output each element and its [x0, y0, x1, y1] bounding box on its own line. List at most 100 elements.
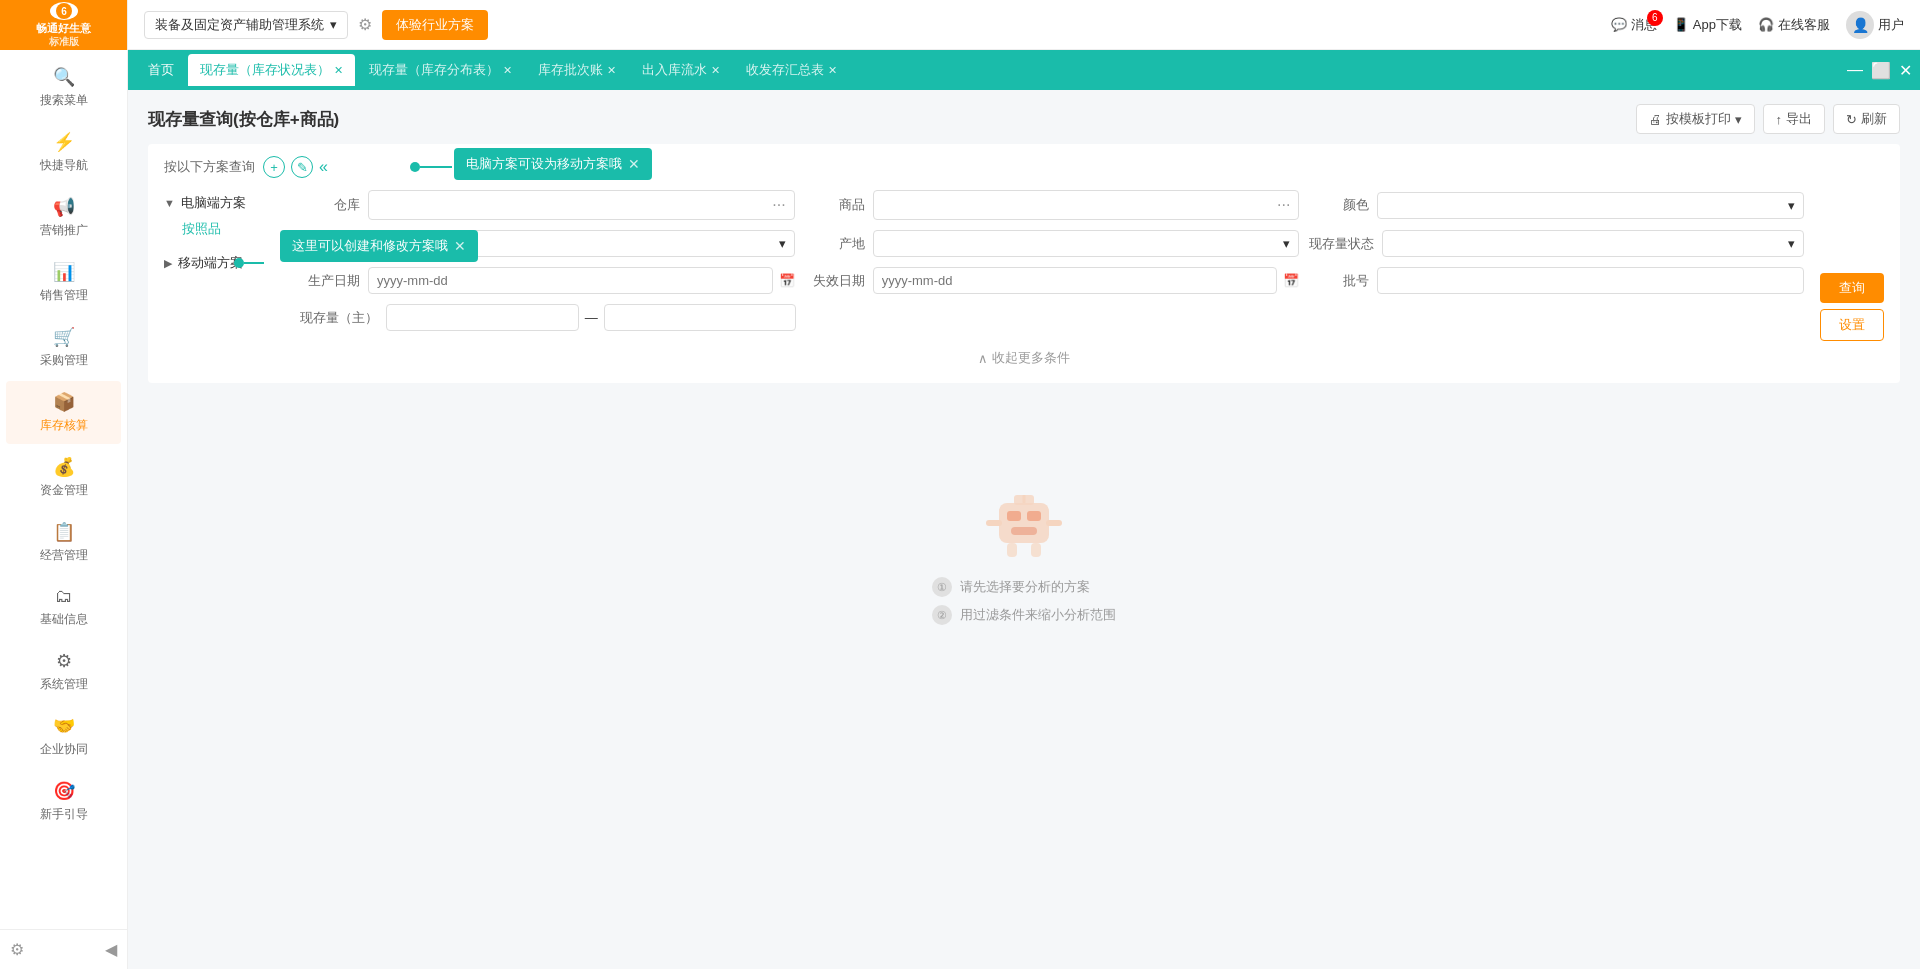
chevron-up-icon: ∧ [978, 351, 988, 366]
goods-select[interactable]: ··· [873, 190, 1300, 220]
scheme-desktop-group[interactable]: ▼ 电脑端方案 [164, 190, 284, 216]
tab-inventory-dist[interactable]: 现存量（库存分布表） ✕ [357, 54, 524, 86]
tab-close-collect[interactable]: ✕ [828, 64, 837, 77]
tab-close-inventory-status[interactable]: ✕ [334, 64, 343, 77]
warehouse-select[interactable]: ··· [368, 190, 795, 220]
connector-line [420, 166, 452, 168]
add-scheme-btn[interactable]: + [263, 156, 285, 178]
operation-nav-icon: 📋 [53, 521, 75, 543]
produce-date-start[interactable] [368, 267, 773, 294]
top-header: 装备及固定资产辅助管理系统 ▾ ⚙ 体验行业方案 💬 消息 6 📱 App下载 … [128, 0, 1920, 50]
industry-btn[interactable]: 体验行业方案 [382, 10, 488, 40]
tab-close-inout[interactable]: ✕ [711, 64, 720, 77]
system-name: 装备及固定资产辅助管理系统 [155, 16, 324, 34]
expire-date-start[interactable] [873, 267, 1278, 294]
sidebar-item-operation[interactable]: 📋 经营管理 [6, 511, 121, 574]
export-btn[interactable]: ↑ 导出 [1763, 104, 1826, 134]
sidebar-nav: 🔍 搜索菜单 ⚡ 快捷导航 📢 营销推广 📊 销售管理 🛒 采购管理 📦 库存核… [0, 50, 127, 929]
refresh-btn[interactable]: ↻ 刷新 [1833, 104, 1900, 134]
sidebar-item-enterprise[interactable]: 🤝 企业协同 [6, 705, 121, 768]
filter-field-color: 颜色 ▾ [1309, 192, 1804, 219]
main-content: 装备及固定资产辅助管理系统 ▾ ⚙ 体验行业方案 💬 消息 6 📱 App下载 … [128, 0, 1920, 969]
maximize-btn[interactable]: ⬜ [1871, 61, 1891, 80]
filter-tooltip-close[interactable]: ✕ [454, 238, 466, 254]
edit-scheme-btn[interactable]: ✎ [291, 156, 313, 178]
origin-label: 产地 [805, 235, 865, 253]
produce-date-range[interactable]: 📅 [368, 267, 795, 294]
scheme-item-bygoods[interactable]: 按照品 [164, 216, 284, 242]
sidebar-item-marketing[interactable]: 📢 营销推广 [6, 186, 121, 249]
avatar: 👤 [1846, 11, 1874, 39]
goods-dots[interactable]: ··· [1277, 196, 1290, 214]
connector2-line [244, 262, 264, 264]
svg-rect-4 [1027, 511, 1041, 521]
sidebar-item-system[interactable]: ⚙ 系统管理 [6, 640, 121, 703]
sidebar: 6 畅通好生意 标准版 🔍 搜索菜单 ⚡ 快捷导航 📢 营销推广 📊 销售管理 … [0, 0, 128, 969]
step-num-1: ① [932, 577, 952, 597]
origin-select[interactable]: ▾ [873, 230, 1300, 257]
purchase-nav-icon: 🛒 [53, 326, 75, 348]
sidebar-item-basic[interactable]: 🗂 基础信息 [6, 576, 121, 638]
filter-body: ▼ 电脑端方案 按照品 ▶ 移动端方案 [164, 190, 1884, 341]
message-btn[interactable]: 💬 消息 6 [1611, 16, 1657, 34]
filter-field-expire-date: 失效日期 📅 [805, 267, 1300, 294]
chevron-down-stock-icon: ▾ [1788, 236, 1795, 251]
tab-close-inventory-dist[interactable]: ✕ [503, 64, 512, 77]
query-btn[interactable]: 查询 [1820, 273, 1884, 303]
mobile-icon: 📱 [1673, 17, 1689, 32]
online-service-btn[interactable]: 🎧 在线客服 [1758, 16, 1830, 34]
search-nav-icon: 🔍 [53, 66, 75, 88]
batch-no-input[interactable] [1377, 267, 1804, 294]
user-btn[interactable]: 👤 用户 [1846, 11, 1904, 39]
sidebar-item-search[interactable]: 🔍 搜索菜单 [6, 56, 121, 119]
stock-qty-min[interactable] [386, 304, 579, 331]
app-download-btn[interactable]: 📱 App下载 [1673, 16, 1742, 34]
tab-batch[interactable]: 库存批次账 ✕ [526, 54, 628, 86]
collapse-btn[interactable]: ∧ 收起更多条件 [978, 349, 1070, 367]
collapse-sidebar-icon[interactable]: ◀ [105, 940, 117, 959]
refresh-icon: ↻ [1846, 112, 1857, 127]
logo-text: 畅通好生意 标准版 [36, 22, 91, 47]
expire-date-range[interactable]: 📅 [873, 267, 1300, 294]
stock-status-label: 现存量状态 [1309, 235, 1374, 253]
reset-btn[interactable]: 设置 [1820, 309, 1884, 341]
filter-fields: 这里可以创建和修改方案哦 ✕ 仓库 ··· [300, 190, 1804, 341]
settings-gear-btn[interactable]: ⚙ [358, 15, 372, 34]
color-label: 颜色 [1309, 196, 1369, 214]
tab-home[interactable]: 首页 [136, 54, 186, 86]
filter-field-stock-status: 现存量状态 ▾ [1309, 230, 1804, 257]
color-select[interactable]: ▾ [1377, 192, 1804, 219]
scheme-tooltip-close[interactable]: ✕ [628, 156, 640, 172]
sidebar-item-purchase[interactable]: 🛒 采购管理 [6, 316, 121, 379]
tab-inout[interactable]: 出入库流水 ✕ [630, 54, 732, 86]
back-arrow-icon[interactable]: « [319, 158, 328, 176]
print-btn[interactable]: 🖨 按模板打印 ▾ [1636, 104, 1755, 134]
stock-qty-max[interactable] [604, 304, 797, 331]
tooltip2-connector [234, 258, 264, 268]
svg-rect-10 [1007, 543, 1017, 557]
empty-step-2: ② 用过滤条件来缩小分析范围 [932, 605, 1116, 625]
minimize-btn[interactable]: — [1847, 61, 1863, 79]
page-content: 现存量查询(按仓库+商品) 🖨 按模板打印 ▾ ↑ 导出 ↻ 刷新 [128, 90, 1920, 969]
tab-collect[interactable]: 收发存汇总表 ✕ [734, 54, 849, 86]
calendar-icon-expire: 📅 [1283, 273, 1299, 288]
close-window-btn[interactable]: ✕ [1899, 61, 1912, 80]
filter-header: 按以下方案查询 + ✎ « 电脑方案可设为移动方案哦 ✕ [164, 156, 1884, 178]
goods-label: 商品 [805, 196, 865, 214]
tab-close-batch[interactable]: ✕ [607, 64, 616, 77]
stock-status-select[interactable]: ▾ [1382, 230, 1804, 257]
sidebar-item-quick[interactable]: ⚡ 快捷导航 [6, 121, 121, 184]
sidebar-item-inventory[interactable]: 📦 库存核算 [6, 381, 121, 444]
warehouse-dots[interactable]: ··· [772, 196, 785, 214]
scheme-mobile-group[interactable]: ▶ 移动端方案 [164, 250, 284, 276]
svg-rect-11 [1031, 543, 1041, 557]
page-actions: 🖨 按模板打印 ▾ ↑ 导出 ↻ 刷新 [1636, 104, 1901, 134]
chevron-down-print-icon: ▾ [1735, 112, 1742, 127]
sidebar-item-sales[interactable]: 📊 销售管理 [6, 251, 121, 314]
newbie-nav-icon: 🎯 [53, 780, 75, 802]
tab-inventory-status[interactable]: 现存量（库存状况表） ✕ [188, 54, 355, 86]
system-selector[interactable]: 装备及固定资产辅助管理系统 ▾ [144, 11, 348, 39]
sidebar-item-finance[interactable]: 💰 资金管理 [6, 446, 121, 509]
settings-icon[interactable]: ⚙ [10, 940, 24, 959]
sidebar-item-newbie[interactable]: 🎯 新手引导 [6, 770, 121, 833]
